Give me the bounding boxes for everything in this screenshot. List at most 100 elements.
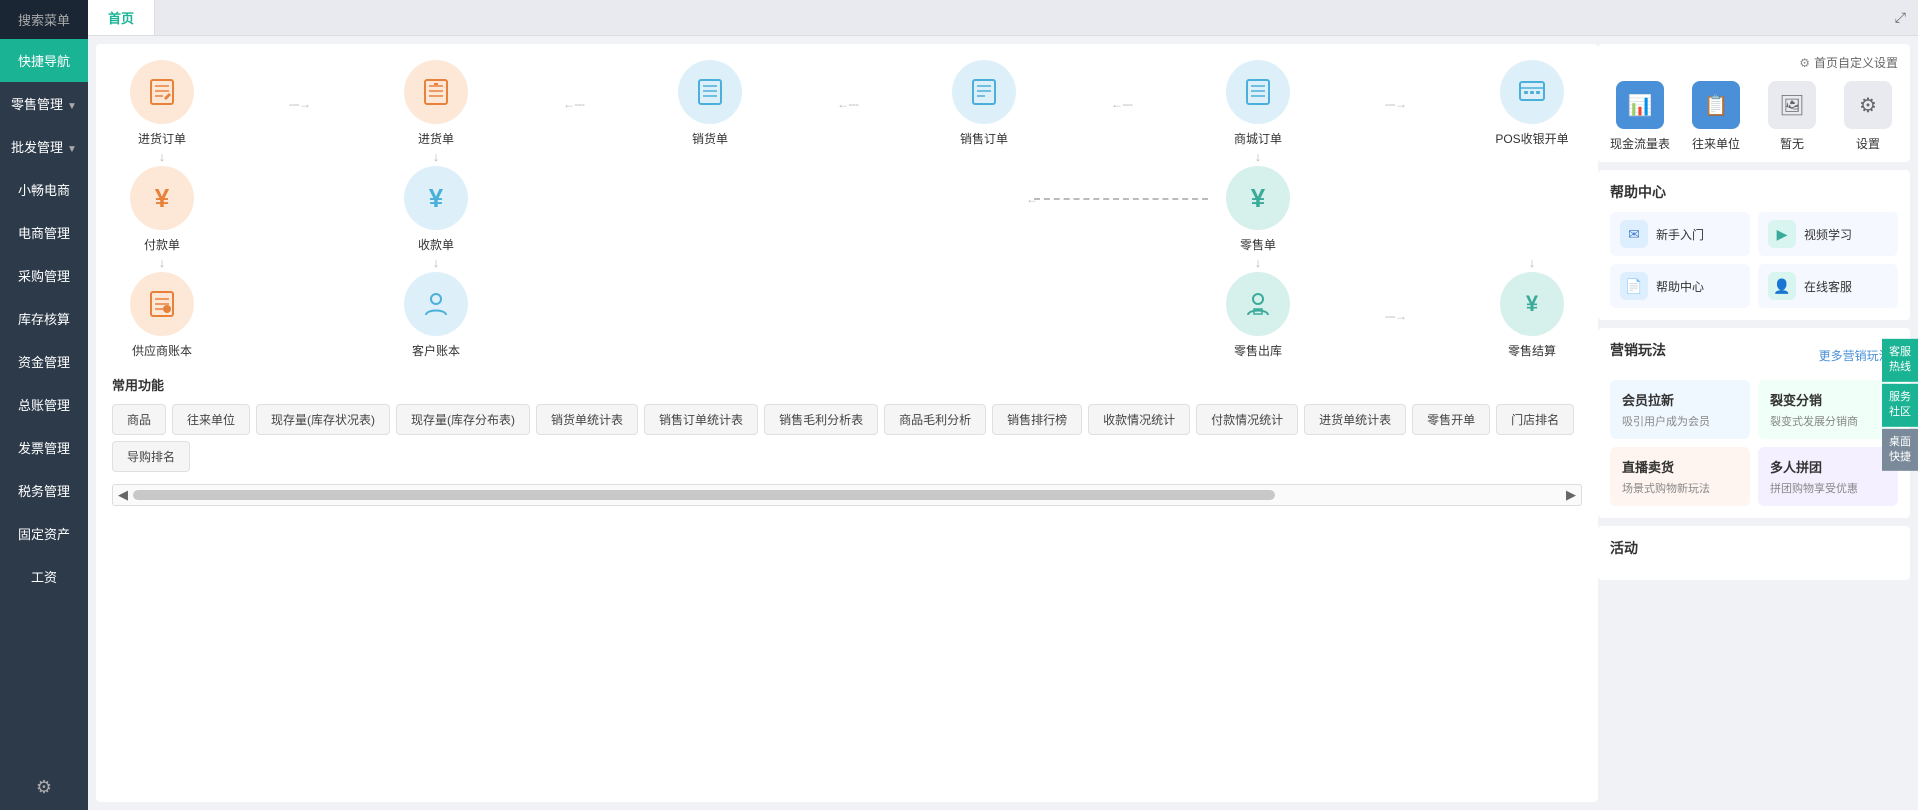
wf-arrow-1 <box>212 97 386 111</box>
func-button[interactable]: 销售毛利分析表 <box>764 404 878 435</box>
scrollbar-thumb <box>133 490 1275 500</box>
marketing-item-zhibo[interactable]: 直播卖货 场景式购物新玩法 <box>1610 447 1750 506</box>
wf-node-lingshou-jiesuan[interactable]: ¥ 零售结算 <box>1482 272 1582 359</box>
help-icon-video: ▶ <box>1768 220 1796 248</box>
func-button[interactable]: 商品毛利分析 <box>884 404 986 435</box>
sidebar-item-kuaijie[interactable]: 快捷导航 <box>0 39 88 82</box>
activity-title: 活动 <box>1610 538 1898 558</box>
help-item-xinshou[interactable]: ✉ 新手入门 <box>1610 212 1750 256</box>
wf-arrow-5 <box>1308 97 1482 111</box>
func-button[interactable]: 销售订单统计表 <box>644 404 758 435</box>
sidebar-item-gongzi[interactable]: 工资 <box>0 555 88 598</box>
fullscreen-button[interactable]: ⤢ <box>1883 9 1918 26</box>
marketing-item-liebian[interactable]: 裂变分销 裂变式发展分销商 <box>1758 380 1898 439</box>
sidebar-item-zongzhang[interactable]: 总账管理 <box>0 383 88 426</box>
help-item-online[interactable]: 👤 在线客服 <box>1758 264 1898 308</box>
float-zhuomian-button[interactable]: 桌面快捷 <box>1882 428 1918 471</box>
float-kefu-button[interactable]: 客服热线 <box>1882 339 1918 382</box>
wf-arrow-6 <box>1308 309 1482 323</box>
sidebar-item-pifa[interactable]: 批发管理▼ <box>0 125 88 168</box>
wf-label-kehu: 客户账本 <box>412 342 460 359</box>
help-center-title: 帮助中心 <box>1610 182 1898 202</box>
scroll-left-button[interactable]: ◀ <box>113 485 133 505</box>
wf-node-lingshou-chuku[interactable]: 零售出库 <box>1208 272 1308 359</box>
func-grid: 商品往来单位现存量(库存状况表)现存量(库存分布表)销货单统计表销售订单统计表销… <box>112 404 1582 472</box>
wf-icon-kehu <box>404 272 468 336</box>
wf-node-xiaoshou[interactable]: 销售订单 <box>934 60 1034 147</box>
sidebar-item-caigou[interactable]: 采购管理 <box>0 254 88 297</box>
wf-node-jinhuo-dan[interactable]: 进货单 <box>386 60 486 147</box>
customize-settings-label[interactable]: 首页自定义设置 <box>1814 54 1898 71</box>
marketing-title-huiyuan: 会员拉新 <box>1622 390 1738 409</box>
sidebar-item-fapiao[interactable]: 发票管理 <box>0 426 88 469</box>
wf-label-jinhuo-dan: 进货单 <box>418 130 454 147</box>
wf-node-kehu[interactable]: 客户账本 <box>386 272 486 359</box>
sidebar-item-zijin[interactable]: 资金管理 <box>0 340 88 383</box>
wf-icon-xiaohuo <box>678 60 742 124</box>
wf-arrow-2 <box>486 97 660 111</box>
quick-icon-xianjin[interactable]: 📊 现金流量表 <box>1610 81 1670 152</box>
marketing-item-huiyuan[interactable]: 会员拉新 吸引用户成为会员 <box>1610 380 1750 439</box>
func-button[interactable]: 商品 <box>112 404 166 435</box>
sidebar-item-xiaochang[interactable]: 小畅电商 <box>0 168 88 211</box>
scrollbar[interactable]: ◀ ▶ <box>112 484 1582 506</box>
help-item-video[interactable]: ▶ 视频学习 <box>1758 212 1898 256</box>
func-button[interactable]: 零售开单 <box>1412 404 1490 435</box>
func-button[interactable]: 导购排名 <box>112 441 190 472</box>
wf-label-gongyingshang: 供应商账本 <box>132 342 192 359</box>
wf-node-lingshou[interactable]: ¥ 零售单 <box>1208 166 1308 253</box>
float-buttons: 客服热线 服务社区 桌面快捷 <box>1882 339 1918 471</box>
func-button[interactable]: 现存量(库存分布表) <box>396 404 530 435</box>
wf-icon-xiaoshou <box>952 60 1016 124</box>
sidebar-item-lingshou[interactable]: 零售管理▼ <box>0 82 88 125</box>
quick-icon-label-wanglai: 往来单位 <box>1692 135 1740 152</box>
wf-node-shangcheng[interactable]: 商城订单 <box>1208 60 1308 147</box>
func-button[interactable]: 收款情况统计 <box>1088 404 1190 435</box>
func-button[interactable]: 进货单统计表 <box>1304 404 1406 435</box>
quick-icon-shezhi[interactable]: ⚙ 设置 <box>1838 81 1898 152</box>
sidebar-item-guding[interactable]: 固定资产 <box>0 512 88 555</box>
func-button[interactable]: 销售排行榜 <box>992 404 1082 435</box>
quick-icon-wanglai[interactable]: 📋 往来单位 <box>1686 81 1746 152</box>
wf-node-gongyingshang[interactable]: 供应商账本 <box>112 272 212 359</box>
help-item-help[interactable]: 📄 帮助中心 <box>1610 264 1750 308</box>
tab-home[interactable]: 首页 <box>88 0 155 35</box>
help-label-help: 帮助中心 <box>1656 278 1704 295</box>
func-button[interactable]: 往来单位 <box>172 404 250 435</box>
marketing-grid: 会员拉新 吸引用户成为会员 裂变分销 裂变式发展分销商 直播卖货 场景式购物新玩… <box>1610 380 1898 506</box>
sidebar-item-shuiwu[interactable]: 税务管理 <box>0 469 88 512</box>
float-shequ-button[interactable]: 服务社区 <box>1882 384 1918 427</box>
wf-node-jinhuo-order[interactable]: 进货订单 <box>112 60 212 147</box>
wf-label-lingshou-chuku: 零售出库 <box>1234 342 1282 359</box>
wf-icon-shoukuan: ¥ <box>404 166 468 230</box>
marketing-title-pingtuan: 多人拼团 <box>1770 457 1886 476</box>
wf-node-shoukuan[interactable]: ¥ 收款单 <box>386 166 486 253</box>
wf-label-lingshou-jiesuan: 零售结算 <box>1508 342 1556 359</box>
quick-icon-box-xianjin: 📊 <box>1616 81 1664 129</box>
func-button[interactable]: 销货单统计表 <box>536 404 638 435</box>
sidebar-item-dianshang[interactable]: 电商管理 <box>0 211 88 254</box>
wf-icon-lingshou-jiesuan: ¥ <box>1500 272 1564 336</box>
quick-icon-label-zanwu: 暂无 <box>1780 135 1804 152</box>
sidebar-item-kucun[interactable]: 库存核算 <box>0 297 88 340</box>
sidebar-settings-button[interactable]: ⚙ <box>0 765 88 810</box>
marketing-item-pingtuan[interactable]: 多人拼团 拼团购物享受优惠 <box>1758 447 1898 506</box>
marketing-panel: 营销玩法 更多营销玩法 › 会员拉新 吸引用户成为会员 裂变分销 裂变式发展分销… <box>1598 328 1910 518</box>
marketing-title-zhibo: 直播卖货 <box>1622 457 1738 476</box>
wf-icon-fukuan: ¥ <box>130 166 194 230</box>
wf-node-xiaohuo[interactable]: 销货单 <box>660 60 760 147</box>
quick-icons-row: 📊 现金流量表 📋 往来单位 🖼 暂无 ⚙ 设置 <box>1610 81 1898 152</box>
help-label-online: 在线客服 <box>1804 278 1852 295</box>
scroll-right-button[interactable]: ▶ <box>1561 485 1581 505</box>
sidebar-search[interactable]: 搜索菜单 <box>0 0 88 39</box>
quick-icon-zanwu[interactable]: 🖼 暂无 <box>1762 81 1822 152</box>
func-button[interactable]: 付款情况统计 <box>1196 404 1298 435</box>
right-panel: ⚙ 首页自定义设置 📊 现金流量表 📋 往来单位 🖼 暂无 ⚙ 设置 帮助中心 <box>1598 36 1918 810</box>
wf-arrow-4 <box>1034 97 1208 111</box>
wf-node-pos[interactable]: POS收银开单 <box>1482 60 1582 147</box>
quick-access-header: ⚙ 首页自定义设置 <box>1610 54 1898 71</box>
func-button[interactable]: 门店排名 <box>1496 404 1574 435</box>
func-button[interactable]: 现存量(库存状况表) <box>256 404 390 435</box>
wf-node-fukuan[interactable]: ¥ 付款单 <box>112 166 212 253</box>
wf-label-shangcheng: 商城订单 <box>1234 130 1282 147</box>
